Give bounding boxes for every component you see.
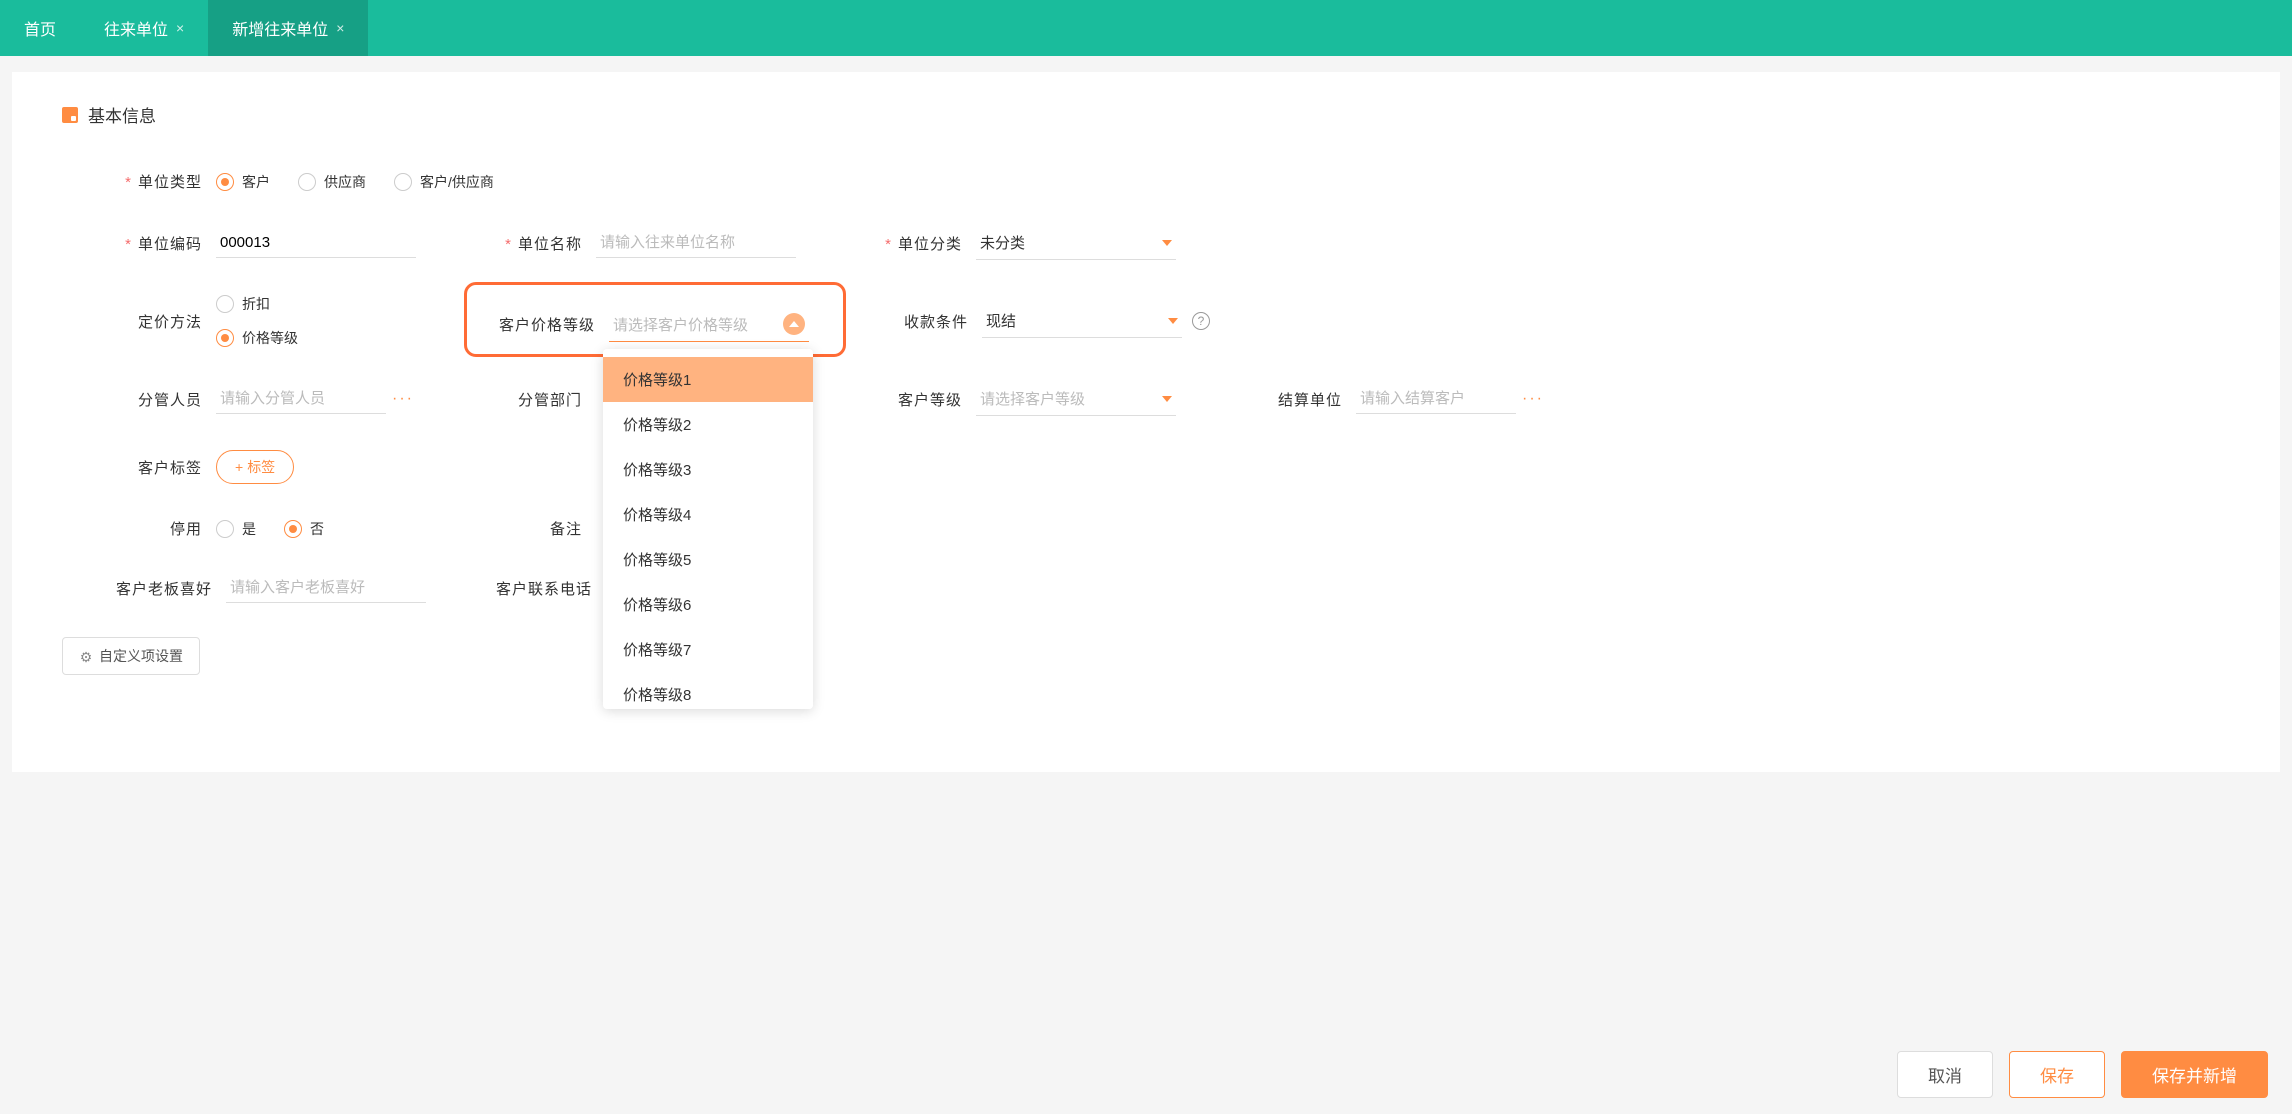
radio-supplier[interactable]: 供应商	[298, 172, 366, 192]
radio-icon	[216, 295, 234, 313]
label-assigned-person: 分管人员	[102, 389, 202, 410]
label-remark: 备注	[482, 518, 582, 539]
label-unit-name: *单位名称	[482, 233, 582, 254]
select-unit-category[interactable]: 未分类	[976, 226, 1176, 260]
page-content: 基本信息 *单位类型 客户 供应商 客户/供应商	[12, 72, 2280, 772]
label-customer-level: 客户等级	[862, 389, 962, 410]
radio-customer[interactable]: 客户	[216, 172, 270, 192]
close-icon[interactable]: ×	[176, 20, 184, 36]
radio-icon	[394, 173, 412, 191]
label-unit-code: *单位编码	[102, 233, 202, 254]
dropdown-price-levels: 价格等级1 价格等级2 价格等级3 价格等级4 价格等级5 价格等级6 价格等级…	[603, 349, 813, 709]
dropdown-item-7[interactable]: 价格等级7	[603, 627, 813, 672]
more-icon[interactable]: ···	[1522, 390, 1544, 408]
tab-home[interactable]: 首页	[0, 0, 80, 56]
input-assigned-person[interactable]	[216, 384, 386, 414]
input-unit-code[interactable]	[216, 228, 416, 258]
highlight-price-level: 客户价格等级 请选择客户价格等级 价格等级1 价格等级2 价格等级3 价格等级4…	[464, 282, 846, 357]
select-customer-level[interactable]: 请选择客户等级	[976, 382, 1176, 416]
tab-add-unit[interactable]: 新增往来单位 ×	[208, 0, 368, 56]
select-customer-price-level[interactable]: 请选择客户价格等级 价格等级1 价格等级2 价格等级3 价格等级4 价格等级5 …	[609, 307, 809, 342]
radio-icon	[216, 520, 234, 538]
save-and-new-button[interactable]: 保存并新增	[2121, 1051, 2268, 1098]
save-button[interactable]: 保存	[2009, 1051, 2105, 1098]
tab-home-label: 首页	[24, 16, 56, 40]
tab-unit-list-label: 往来单位	[104, 16, 168, 40]
dropdown-item-4[interactable]: 价格等级4	[603, 492, 813, 537]
radio-disabled-no[interactable]: 否	[284, 519, 324, 539]
radio-price-level[interactable]: 价格等级	[216, 328, 298, 348]
label-unit-category: *单位分类	[862, 233, 962, 254]
tab-add-unit-label: 新增往来单位	[232, 16, 328, 40]
label-disabled: 停用	[102, 518, 202, 539]
radio-discount[interactable]: 折扣	[216, 294, 298, 314]
dropdown-item-8[interactable]: 价格等级8	[603, 672, 813, 709]
dropdown-item-6[interactable]: 价格等级6	[603, 582, 813, 627]
dropdown-item-2[interactable]: 价格等级2	[603, 402, 813, 447]
select-payment-terms[interactable]: 现结	[982, 304, 1182, 338]
radio-icon	[298, 173, 316, 191]
help-icon[interactable]: ?	[1192, 312, 1210, 330]
chevron-down-icon	[1168, 318, 1178, 324]
radio-icon	[216, 173, 234, 191]
chevron-up-icon	[783, 313, 805, 335]
section-header: 基本信息	[62, 102, 2230, 135]
add-tag-button[interactable]: + 标签	[216, 450, 294, 484]
chevron-down-icon	[1162, 396, 1172, 402]
label-unit-type: *单位类型	[102, 171, 202, 192]
footer-bar: 取消 保存 保存并新增	[1897, 1051, 2268, 1098]
gear-icon	[79, 649, 93, 663]
input-boss-preference[interactable]	[226, 573, 426, 603]
note-icon	[62, 107, 78, 123]
label-assigned-dept: 分管部门	[482, 389, 582, 410]
custom-settings-button[interactable]: 自定义项设置	[62, 637, 200, 675]
close-icon[interactable]: ×	[336, 20, 344, 36]
cancel-button[interactable]: 取消	[1897, 1051, 1993, 1098]
more-icon[interactable]: ···	[392, 390, 414, 408]
label-boss-preference: 客户老板喜好	[102, 578, 212, 599]
radio-icon	[284, 520, 302, 538]
label-contact-phone: 客户联系电话	[482, 578, 592, 599]
tab-unit-list[interactable]: 往来单位 ×	[80, 0, 208, 56]
radio-both[interactable]: 客户/供应商	[394, 172, 494, 192]
chevron-down-icon	[1162, 240, 1172, 246]
radio-disabled-yes[interactable]: 是	[216, 519, 256, 539]
dropdown-item-3[interactable]: 价格等级3	[603, 447, 813, 492]
radio-icon	[216, 329, 234, 347]
label-payment-terms: 收款条件	[868, 311, 968, 332]
input-unit-name[interactable]	[596, 228, 796, 258]
label-customer-price-level: 客户价格等级	[485, 314, 595, 335]
label-settlement-unit: 结算单位	[1242, 389, 1342, 410]
form-body: *单位类型 客户 供应商 客户/供应商	[62, 171, 2230, 675]
dropdown-item-1[interactable]: 价格等级1	[603, 357, 813, 402]
tab-bar: 首页 往来单位 × 新增往来单位 ×	[0, 0, 2292, 56]
dropdown-item-5[interactable]: 价格等级5	[603, 537, 813, 582]
input-settlement-unit[interactable]	[1356, 384, 1516, 414]
label-customer-tag: 客户标签	[102, 457, 202, 478]
label-pricing-method: 定价方法	[102, 311, 202, 332]
plus-icon: +	[235, 459, 243, 475]
section-title: 基本信息	[88, 102, 156, 127]
